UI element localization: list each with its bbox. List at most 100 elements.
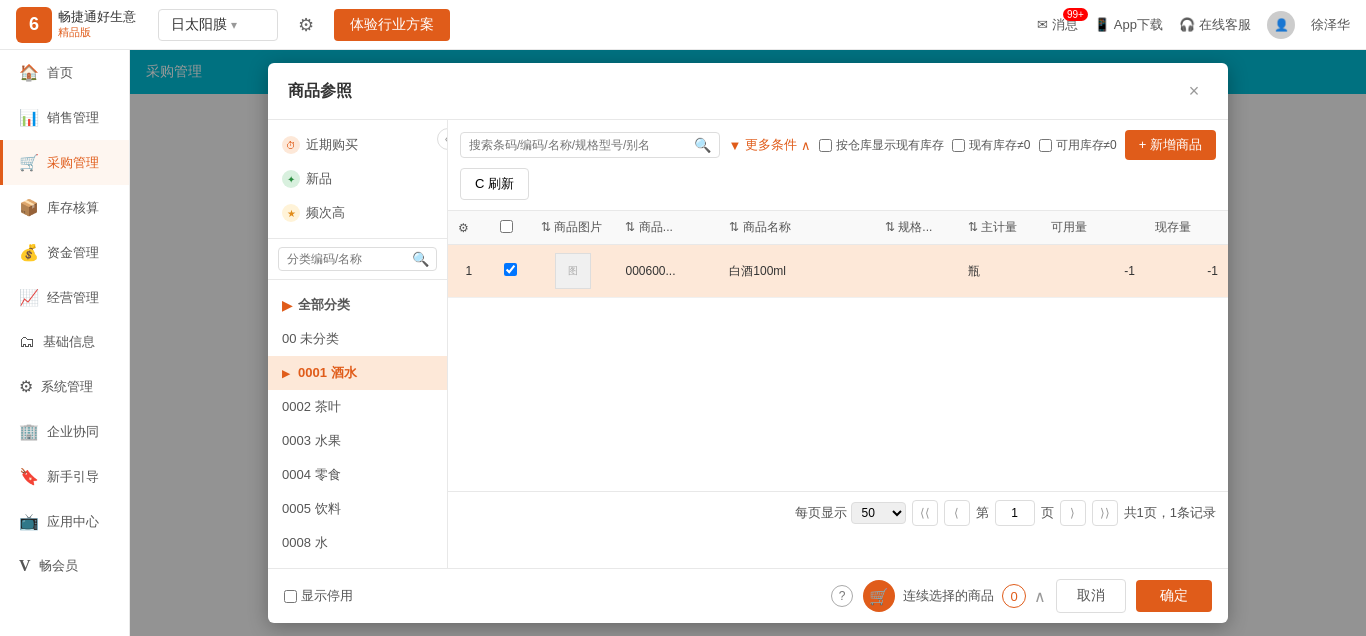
sidebar-item-home[interactable]: 🏠 首页 — [0, 50, 129, 95]
sidebar-item-inventory[interactable]: 📦 库存核算 — [0, 185, 129, 230]
modal-body: ⏱ 近期购买 ✦ 新品 ★ 频次高 — [268, 120, 1228, 568]
select-all-checkbox[interactable] — [500, 220, 513, 233]
cat-item-00[interactable]: 00 未分类 — [268, 322, 447, 356]
sidebar-item-system[interactable]: ⚙ 系统管理 — [0, 364, 129, 409]
cat-item-0001[interactable]: ▶ 0001 酒水 — [268, 356, 447, 390]
product-search-icon[interactable]: 🔍 — [694, 137, 711, 153]
checkbox-avail-label[interactable]: 可用库存≠0 — [1039, 137, 1117, 154]
sidebar-item-enterprise[interactable]: 🏢 企业协同 — [0, 409, 129, 454]
sidebar-item-finance[interactable]: 💰 资金管理 — [0, 230, 129, 275]
category-list: ▶ 全部分类 00 未分类 ▶ 0001 酒水 0002 茶 — [268, 280, 447, 568]
cart-icon-button[interactable]: 🛒 — [863, 580, 895, 612]
cat-item-0003[interactable]: 0003 水果 — [268, 424, 447, 458]
add-product-button[interactable]: + 新增商品 — [1125, 130, 1216, 160]
cancel-button[interactable]: 取消 — [1056, 579, 1126, 613]
sidebar: 🏠 首页 📊 销售管理 🛒 采购管理 📦 库存核算 💰 资金管理 📈 经营管理 … — [0, 50, 130, 636]
main-layout: 🏠 首页 📊 销售管理 🛒 采购管理 📦 库存核算 💰 资金管理 📈 经营管理 … — [0, 50, 1366, 636]
page-size-dropdown[interactable]: 50 100 200 — [851, 502, 906, 524]
row-num: 1 — [448, 245, 490, 298]
sidebar-item-sales[interactable]: 📊 销售管理 — [0, 95, 129, 140]
category-search-icon[interactable]: 🔍 — [412, 251, 429, 267]
sort-arrows-spec[interactable]: ⇅ — [885, 220, 895, 234]
tab-new-label: 新品 — [306, 170, 332, 188]
sort-arrows-img[interactable]: ⇅ — [541, 220, 551, 234]
cat-item-0005[interactable]: 0005 饮料 — [268, 492, 447, 526]
checkbox-avail[interactable] — [1039, 139, 1052, 152]
first-page-button[interactable]: ⟨⟨ — [912, 500, 938, 526]
col-header-settings[interactable]: ⚙ — [448, 211, 490, 245]
recent-icon: ⏱ — [282, 136, 300, 154]
modal-overlay: 商品参照 × ⏱ 近期购买 ✦ — [130, 50, 1366, 636]
sidebar-item-apps[interactable]: 📺 应用中心 — [0, 499, 129, 544]
app-download-button[interactable]: 📱 App下载 — [1094, 16, 1163, 34]
online-service-button[interactable]: 🎧 在线客服 — [1179, 16, 1251, 34]
sidebar-item-guide[interactable]: 🔖 新手引导 — [0, 454, 129, 499]
row-unit: 瓶 — [958, 245, 1041, 298]
col-header-checkbox — [490, 211, 532, 245]
checkbox-current[interactable] — [952, 139, 965, 152]
sort-arrows-name[interactable]: ⇅ — [729, 220, 739, 234]
modal-close-button[interactable]: × — [1180, 77, 1208, 105]
sidebar-item-member[interactable]: V 畅会员 — [0, 544, 129, 588]
tab-new[interactable]: ✦ 新品 — [268, 162, 447, 196]
row-checkbox[interactable] — [504, 263, 517, 276]
cart-area: 🛒 连续选择的商品 0 ∧ — [863, 580, 1046, 612]
filter-button[interactable]: ▼ 更多条件 ∧ — [728, 136, 811, 154]
cat-item-all[interactable]: ▶ 全部分类 — [268, 288, 447, 322]
sidebar-label-apps: 应用中心 — [47, 513, 99, 531]
enterprise-icon: 🏢 — [19, 422, 39, 441]
refresh-button[interactable]: C 刷新 — [460, 168, 529, 200]
user-avatar[interactable]: 👤 — [1267, 11, 1295, 39]
message-button[interactable]: ✉ 消息 99+ — [1037, 16, 1078, 34]
new-icon: ✦ — [282, 170, 300, 188]
tab-recent[interactable]: ⏱ 近期购买 — [268, 128, 447, 162]
checkbox-warehouse[interactable] — [819, 139, 832, 152]
last-page-button[interactable]: ⟩⟩ — [1092, 500, 1118, 526]
table-row[interactable]: 1 图 000600... 白酒100ml 瓶 — [448, 245, 1228, 298]
row-code: 000600... — [615, 245, 719, 298]
sidebar-item-operations[interactable]: 📈 经营管理 — [0, 275, 129, 320]
category-panel: ⏱ 近期购买 ✦ 新品 ★ 频次高 — [268, 120, 448, 568]
show-disabled-label[interactable]: 显示停用 — [284, 587, 353, 605]
row-checkbox-cell[interactable] — [490, 245, 532, 298]
page-size-select: 每页显示 50 100 200 — [795, 502, 906, 524]
checkbox-warehouse-label[interactable]: 按仓库显示现有库存 — [819, 137, 944, 154]
cat-item-0004[interactable]: 0004 零食 — [268, 458, 447, 492]
apps-icon: 📺 — [19, 512, 39, 531]
help-button[interactable]: ? — [831, 585, 853, 607]
show-disabled-checkbox[interactable] — [284, 590, 297, 603]
page-number-input[interactable] — [995, 500, 1035, 526]
guide-icon: 🔖 — [19, 467, 39, 486]
sidebar-item-basic[interactable]: 🗂 基础信息 — [0, 320, 129, 364]
page-label: 第 — [976, 504, 989, 522]
cat-0002-label: 0002 茶叶 — [282, 398, 341, 416]
confirm-button[interactable]: 确定 — [1136, 580, 1212, 612]
col-header-avail: 可用量 — [1041, 211, 1145, 245]
settings-icon[interactable]: ⚙ — [290, 9, 322, 41]
chevron-up-icon[interactable]: ∧ — [1034, 587, 1046, 606]
inventory-icon: 📦 — [19, 198, 39, 217]
modal-title: 商品参照 — [288, 81, 352, 102]
product-search-input[interactable] — [469, 138, 690, 152]
next-page-button[interactable]: ⟩ — [1060, 500, 1086, 526]
sort-arrows-code[interactable]: ⇅ — [625, 220, 635, 234]
filter-icon: ▼ — [728, 138, 741, 153]
service-icon: 🎧 — [1179, 17, 1195, 32]
cart-count: 0 — [1002, 584, 1026, 608]
user-name-label[interactable]: 徐泽华 — [1311, 16, 1350, 34]
trial-button[interactable]: 体验行业方案 — [334, 9, 450, 41]
filter-arrow: ∧ — [801, 138, 811, 153]
app-icon: 📱 — [1094, 17, 1110, 32]
tenant-dropdown[interactable]: 日太阳膜 ▾ — [158, 9, 278, 41]
sidebar-item-purchase[interactable]: 🛒 采购管理 — [0, 140, 129, 185]
cat-item-0010[interactable]: 0010 家电 — [268, 560, 447, 568]
cat-all-label: 全部分类 — [298, 296, 350, 314]
checkbox-current-label[interactable]: 现有库存≠0 — [952, 137, 1030, 154]
tab-recent-label: 近期购买 — [306, 136, 358, 154]
tab-frequent[interactable]: ★ 频次高 — [268, 196, 447, 230]
sort-arrows-unit[interactable]: ⇅ — [968, 220, 978, 234]
purchase-icon: 🛒 — [19, 153, 39, 172]
cat-item-0008[interactable]: 0008 水 — [268, 526, 447, 560]
cat-item-0002[interactable]: 0002 茶叶 — [268, 390, 447, 424]
prev-page-button[interactable]: ⟨ — [944, 500, 970, 526]
